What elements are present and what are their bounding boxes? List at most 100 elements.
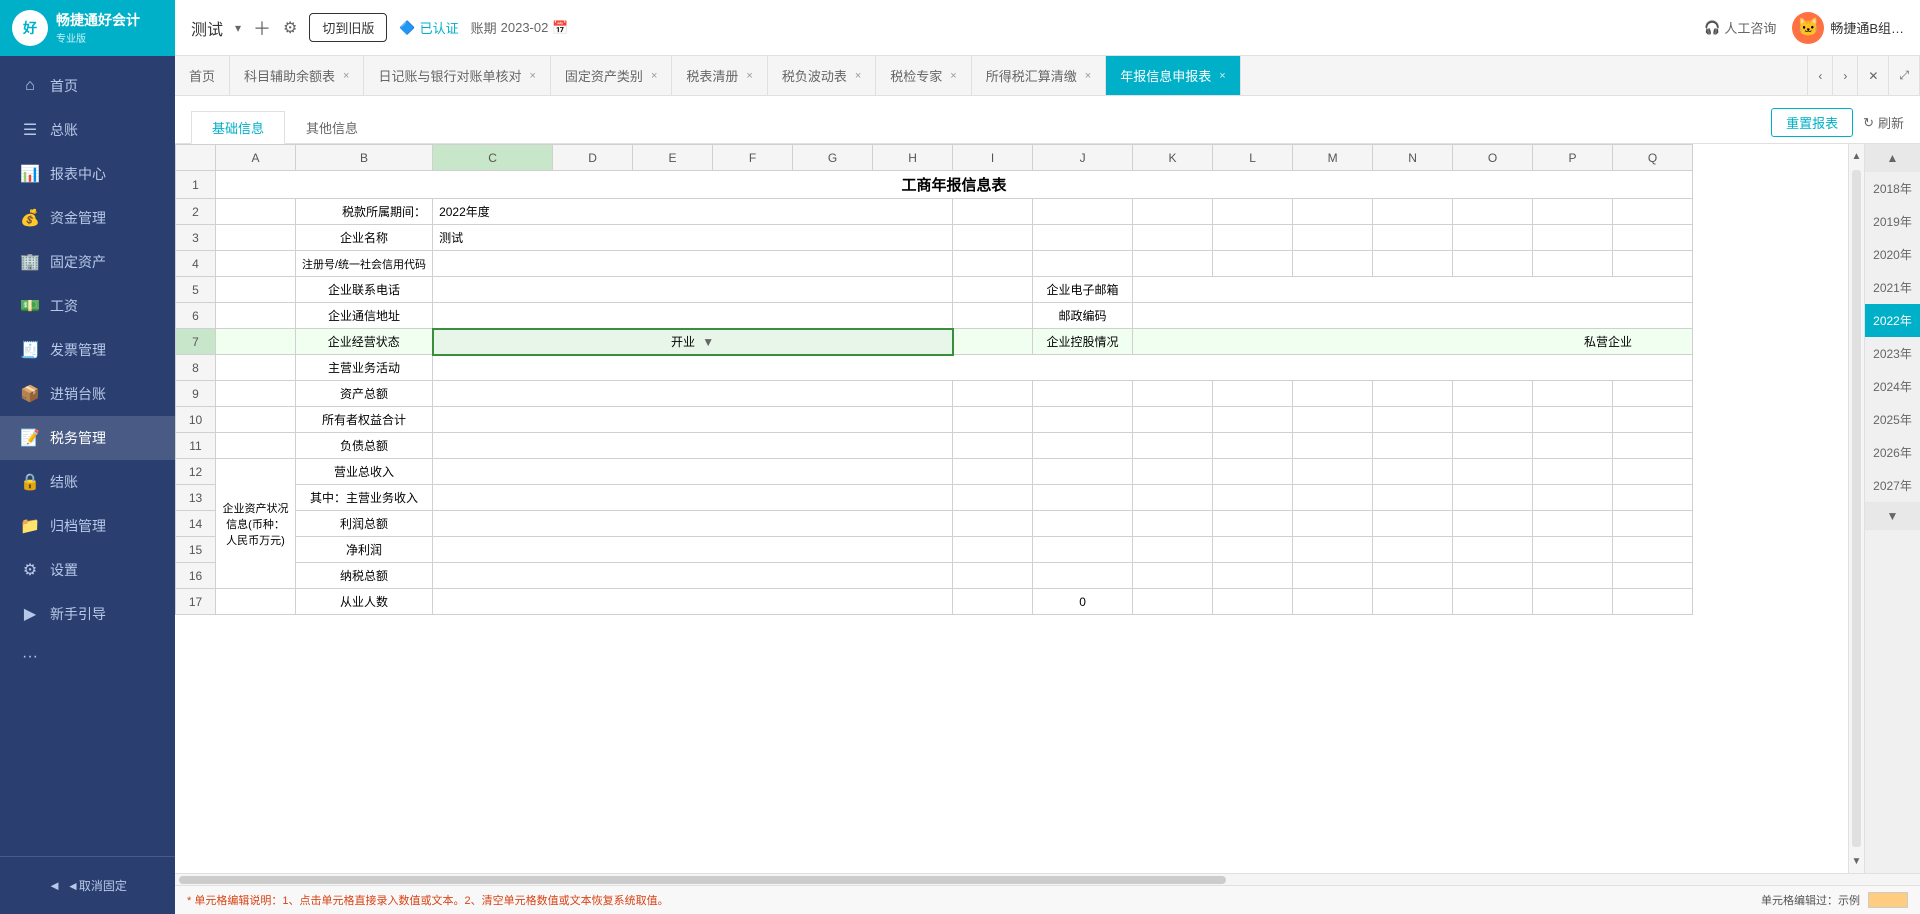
cell-o12[interactable]	[1453, 459, 1533, 485]
cell-q4[interactable]	[1613, 251, 1693, 277]
switch-version-btn[interactable]: 切到旧版	[309, 13, 387, 42]
tab-taxwave-close[interactable]: ×	[855, 70, 861, 82]
cell-l12[interactable]	[1213, 459, 1293, 485]
cell-i3[interactable]	[953, 225, 1033, 251]
tab-home[interactable]: 首页	[175, 56, 230, 95]
tab-expand-btn[interactable]: ⤢	[1889, 56, 1920, 95]
cell-l16[interactable]	[1213, 563, 1293, 589]
tab-close-all-btn[interactable]: ✕	[1858, 56, 1889, 95]
cell-i11[interactable]	[953, 433, 1033, 459]
cell-k10[interactable]	[1133, 407, 1213, 433]
cell-j2[interactable]	[1033, 199, 1133, 225]
h-scrollbar[interactable]	[175, 873, 1920, 885]
cell-p14[interactable]	[1533, 511, 1613, 537]
cell-j13[interactable]	[1033, 485, 1133, 511]
cell-o9[interactable]	[1453, 381, 1533, 407]
tab-taxcheck-close[interactable]: ×	[950, 70, 956, 82]
cell-q17[interactable]	[1613, 589, 1693, 615]
scroll-down-btn[interactable]: ▼	[1849, 849, 1864, 873]
cell-m3[interactable]	[1293, 225, 1373, 251]
cell-k16[interactable]	[1133, 563, 1213, 589]
cell-m14[interactable]	[1293, 511, 1373, 537]
cell-c2[interactable]: 2022年度	[433, 199, 953, 225]
tab-next-btn[interactable]: ›	[1833, 56, 1858, 95]
cell-k11[interactable]	[1133, 433, 1213, 459]
cell-q9[interactable]	[1613, 381, 1693, 407]
cell-n9[interactable]	[1373, 381, 1453, 407]
cell-q10[interactable]	[1613, 407, 1693, 433]
cell-c5[interactable]	[433, 277, 953, 303]
consult-btn[interactable]: 🎧 人工咨询	[1704, 18, 1776, 37]
cell-q11[interactable]	[1613, 433, 1693, 459]
cell-j11[interactable]	[1033, 433, 1133, 459]
sheet-title-cell[interactable]: 工商年报信息表	[216, 171, 1693, 199]
cell-q12[interactable]	[1613, 459, 1693, 485]
sidebar-item-reports[interactable]: 📊 报表中心	[0, 152, 175, 196]
cell-l15[interactable]	[1213, 537, 1293, 563]
sidebar-item-funds[interactable]: 💰 资金管理	[0, 196, 175, 240]
cell-i12[interactable]	[953, 459, 1033, 485]
cell-j16[interactable]	[1033, 563, 1133, 589]
sidebar-item-tax[interactable]: 📝 税务管理	[0, 416, 175, 460]
cell-l17[interactable]	[1213, 589, 1293, 615]
cell-c9[interactable]	[433, 381, 953, 407]
cell-k17[interactable]	[1133, 589, 1213, 615]
year-item-2018[interactable]: 2018年	[1865, 172, 1920, 205]
cell-m17[interactable]	[1293, 589, 1373, 615]
cell-c13[interactable]	[433, 485, 953, 511]
cell-p17[interactable]	[1533, 589, 1613, 615]
tab-taxsheet[interactable]: 税表清册 ×	[672, 56, 767, 95]
cell-i6[interactable]	[953, 303, 1033, 329]
cell-c12[interactable]	[433, 459, 953, 485]
cell-k5[interactable]	[1133, 277, 1693, 303]
sidebar-item-settings[interactable]: ⚙ 设置	[0, 548, 175, 592]
tab-journal-close[interactable]: ×	[529, 70, 535, 82]
cell-m11[interactable]	[1293, 433, 1373, 459]
cell-l10[interactable]	[1213, 407, 1293, 433]
sidebar-item-ledger[interactable]: ☰ 总账	[0, 108, 175, 152]
cell-p9[interactable]	[1533, 381, 1613, 407]
cell-i15[interactable]	[953, 537, 1033, 563]
sidebar-item-home[interactable]: ⌂ 首页	[0, 64, 175, 108]
cell-i4[interactable]	[953, 251, 1033, 277]
cell-n3[interactable]	[1373, 225, 1453, 251]
cell-m13[interactable]	[1293, 485, 1373, 511]
sidebar-item-wages[interactable]: 💵 工资	[0, 284, 175, 328]
cell-l11[interactable]	[1213, 433, 1293, 459]
topbar-plus-btn[interactable]: ＋	[253, 15, 271, 41]
cell-p12[interactable]	[1533, 459, 1613, 485]
cell-n16[interactable]	[1373, 563, 1453, 589]
cell-p3[interactable]	[1533, 225, 1613, 251]
sidebar-item-invoice[interactable]: 🧾 发票管理	[0, 328, 175, 372]
cell-q13[interactable]	[1613, 485, 1693, 511]
cell-p2[interactable]	[1533, 199, 1613, 225]
year-scroll-down-btn[interactable]: ▼	[1865, 502, 1920, 530]
cell-n10[interactable]	[1373, 407, 1453, 433]
refresh-btn[interactable]: ↻ 刷新	[1863, 113, 1904, 132]
year-item-2022[interactable]: 2022年	[1865, 304, 1920, 337]
cell-j9[interactable]	[1033, 381, 1133, 407]
cell-n12[interactable]	[1373, 459, 1453, 485]
cell-i16[interactable]	[953, 563, 1033, 589]
cell-n17[interactable]	[1373, 589, 1453, 615]
tab-taxcheck[interactable]: 税检专家 ×	[876, 56, 971, 95]
cell-m16[interactable]	[1293, 563, 1373, 589]
cell-c14[interactable]	[433, 511, 953, 537]
cell-p13[interactable]	[1533, 485, 1613, 511]
cell-q2[interactable]	[1613, 199, 1693, 225]
scroll-thumb[interactable]	[1852, 170, 1861, 847]
year-item-2027[interactable]: 2027年	[1865, 469, 1920, 502]
cell-m12[interactable]	[1293, 459, 1373, 485]
cell-c11[interactable]	[433, 433, 953, 459]
h-scroll-thumb[interactable]	[179, 876, 1226, 884]
cell-i5[interactable]	[953, 277, 1033, 303]
cell-i10[interactable]	[953, 407, 1033, 433]
cell-l2[interactable]	[1213, 199, 1293, 225]
cell-o2[interactable]	[1453, 199, 1533, 225]
cell-p4[interactable]	[1533, 251, 1613, 277]
cell-j17[interactable]: 0	[1033, 589, 1133, 615]
cell-c8[interactable]	[433, 355, 1693, 381]
year-item-2024[interactable]: 2024年	[1865, 370, 1920, 403]
sub-tab-other[interactable]: 其他信息	[285, 111, 379, 143]
cell-c16[interactable]	[433, 563, 953, 589]
